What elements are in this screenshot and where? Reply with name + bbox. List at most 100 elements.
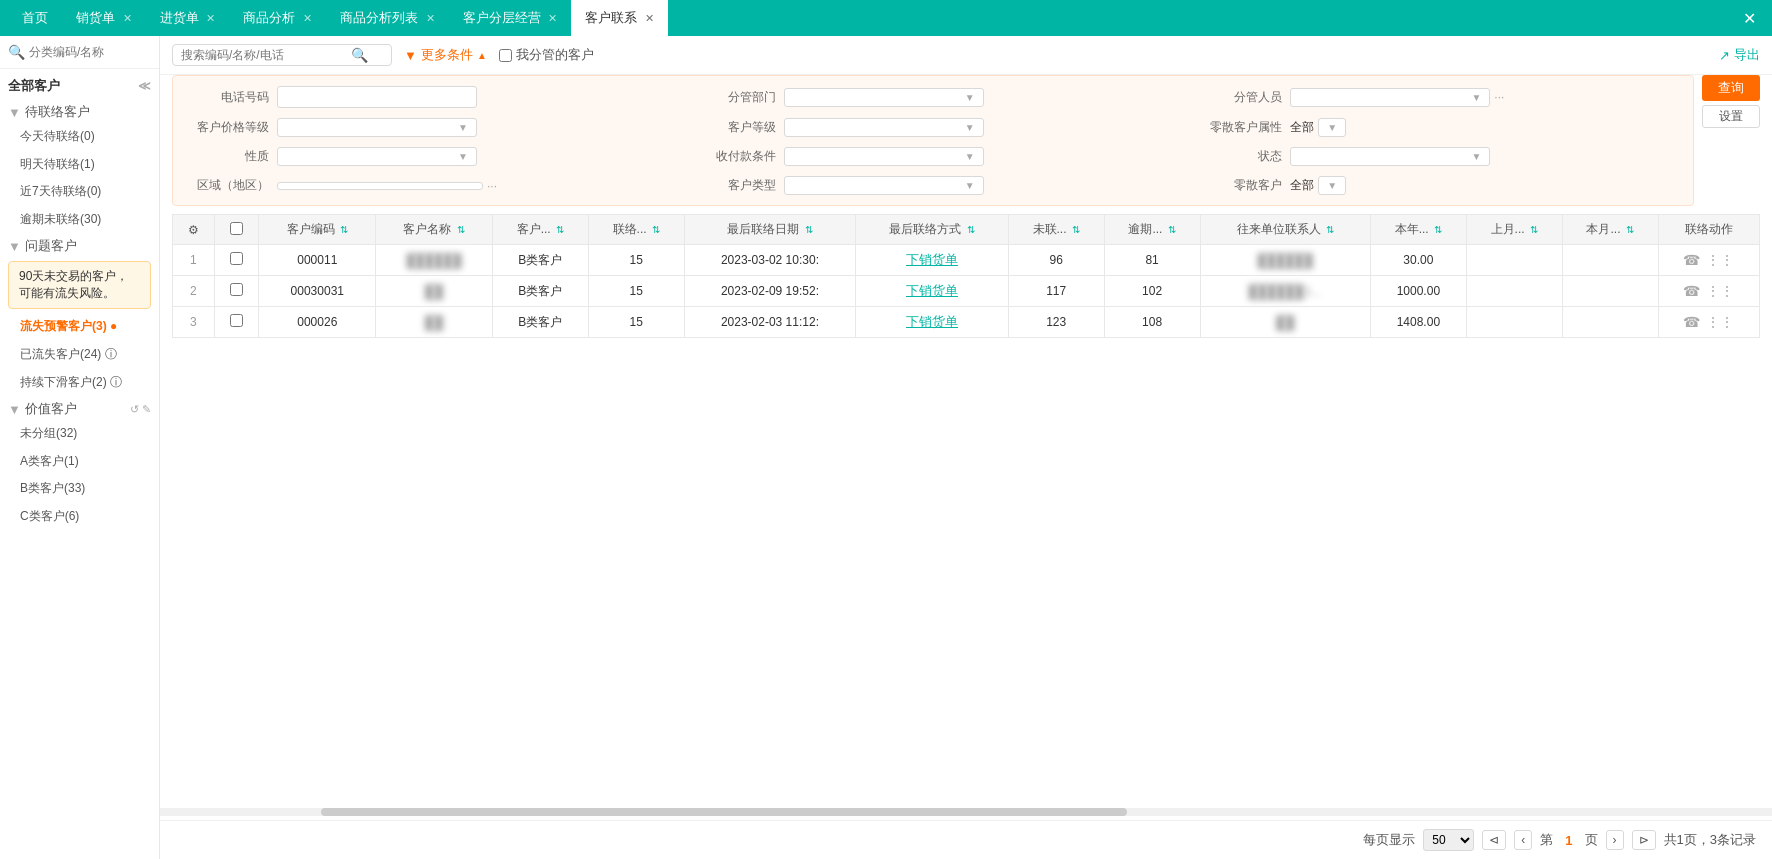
edit-icon[interactable]: ↺ ✎	[130, 403, 151, 416]
filter-status-select[interactable]: ▼	[1290, 147, 1490, 166]
prev-page-button[interactable]: ‹	[1514, 830, 1532, 850]
filter-price-grade-select[interactable]: ▼	[277, 118, 477, 137]
nav-home[interactable]: 首页	[8, 0, 62, 36]
col-this-year[interactable]: 本年... ⇅	[1370, 215, 1466, 245]
row-checkbox[interactable]	[214, 245, 259, 276]
row-checkbox[interactable]	[214, 276, 259, 307]
chevron-down-icon: ▼	[1471, 92, 1481, 103]
sidebar-group-pending[interactable]: ▼ 待联络客户	[0, 99, 159, 123]
top-navigation: 首页 销货单 ✕ 进货单 ✕ 商品分析 ✕ 商品分析列表 ✕ 客户分层经营 ✕ …	[0, 0, 1772, 36]
all-customers-header[interactable]: 全部客户 ≪	[0, 69, 159, 99]
close-icon[interactable]: ✕	[426, 12, 435, 24]
filter-scatter-customer-select[interactable]: ▼	[1318, 176, 1346, 195]
row-overdue: 108	[1104, 307, 1200, 338]
col-contact-count[interactable]: 联络... ⇅	[588, 215, 684, 245]
row-more-icon[interactable]: ⋮⋮	[1706, 252, 1734, 268]
filter-manager-more[interactable]: ···	[1494, 90, 1504, 104]
col-last-month[interactable]: 上月... ⇅	[1466, 215, 1562, 245]
col-overdue[interactable]: 逾期... ⇅	[1104, 215, 1200, 245]
nav-item-customersegment[interactable]: 客户分层经营 ✕	[449, 0, 572, 36]
col-last-contact-method[interactable]: 最后联络方式 ⇅	[856, 215, 1009, 245]
next-page-button[interactable]: ›	[1606, 830, 1624, 850]
my-customers-checkbox[interactable]	[499, 49, 512, 62]
search-icon[interactable]: 🔍	[351, 47, 368, 63]
close-icon[interactable]: ✕	[548, 12, 557, 24]
row-select-checkbox[interactable]	[230, 252, 243, 265]
col-checkbox[interactable]	[214, 215, 259, 245]
row-checkbox[interactable]	[214, 307, 259, 338]
row-last-contact-method[interactable]: 下销货单	[856, 245, 1009, 276]
col-contact-person[interactable]: 往来单位联系人 ⇅	[1200, 215, 1370, 245]
sidebar-item-declining[interactable]: 持续下滑客户(2) ⓘ	[0, 369, 159, 397]
row-more-icon[interactable]: ⋮⋮	[1706, 283, 1734, 299]
table-header-row: ⚙ 客户编码 ⇅ 客户名称 ⇅ 客户... ⇅ 联络... ⇅ 最后联络日期 ⇅…	[173, 215, 1760, 245]
settings-button[interactable]: 设置	[1702, 105, 1760, 128]
nav-item-productanalysislist[interactable]: 商品分析列表 ✕	[326, 0, 449, 36]
col-uncontact[interactable]: 未联... ⇅	[1008, 215, 1104, 245]
sidebar-item-ungrouped[interactable]: 未分组(32)	[0, 420, 159, 448]
chevron-down-icon: ▼	[8, 105, 21, 120]
row-phone-icon[interactable]: ☎	[1683, 252, 1700, 268]
sidebar-group-problem[interactable]: ▼ 问题客户	[0, 233, 159, 257]
filter-phone-input[interactable]	[277, 86, 477, 108]
filter-region-more[interactable]: ···	[487, 179, 497, 193]
main-layout: 🔍 全部客户 ≪ ▼ 待联络客户 今天待联络(0) 明天待联络(1) 近7天待联…	[0, 36, 1772, 859]
sidebar-item-churn-warning[interactable]: 流失预警客户(3) ●	[0, 313, 159, 341]
export-button[interactable]: ↗ 导出	[1719, 46, 1760, 64]
row-uncontact: 117	[1008, 276, 1104, 307]
row-select-checkbox[interactable]	[230, 283, 243, 296]
filter-more-button[interactable]: ▼ 更多条件 ▲	[404, 46, 487, 64]
search-bar: 🔍 ▼ 更多条件 ▲ 我分管的客户 ↗ 导出	[160, 36, 1772, 75]
nav-item-productanalysis[interactable]: 商品分析 ✕	[229, 0, 326, 36]
row-more-icon[interactable]: ⋮⋮	[1706, 314, 1734, 330]
query-button[interactable]: 查询	[1702, 75, 1760, 101]
last-page-button[interactable]: ⊳	[1632, 830, 1656, 850]
close-icon[interactable]: ✕	[645, 12, 654, 24]
horizontal-scrollbar[interactable]	[160, 808, 1772, 816]
window-close-button[interactable]: ✕	[1735, 9, 1764, 28]
row-select-checkbox[interactable]	[230, 314, 243, 327]
col-this-month[interactable]: 本月... ⇅	[1562, 215, 1658, 245]
sidebar-item-7days-pending[interactable]: 近7天待联络(0)	[0, 178, 159, 206]
filter-manager-select[interactable]: ▼	[1290, 88, 1490, 107]
sidebar-item-class-b[interactable]: B类客户(33)	[0, 475, 159, 503]
col-customer-code[interactable]: 客户编码 ⇅	[259, 215, 376, 245]
filter-customer-grade-select[interactable]: ▼	[784, 118, 984, 137]
sidebar-item-overdue-pending[interactable]: 逾期未联络(30)	[0, 206, 159, 234]
filter-department-select[interactable]: ▼	[784, 88, 984, 107]
sidebar-search-input[interactable]	[29, 45, 151, 59]
row-phone-icon[interactable]: ☎	[1683, 283, 1700, 299]
nav-item-salesorder[interactable]: 销货单 ✕	[62, 0, 146, 36]
filter-scatter-attr-select[interactable]: ▼	[1318, 118, 1346, 137]
row-last-contact-method[interactable]: 下销货单	[856, 307, 1009, 338]
select-all-checkbox[interactable]	[230, 222, 243, 235]
sidebar-item-class-a[interactable]: A类客户(1)	[0, 448, 159, 476]
nav-item-purchaseorder[interactable]: 进货单 ✕	[146, 0, 230, 36]
first-page-button[interactable]: ⊲	[1482, 830, 1506, 850]
filter-customer-type-select[interactable]: ▼	[784, 176, 984, 195]
filter-field-manager: 分管人员 ▼ ···	[1202, 88, 1677, 107]
close-icon[interactable]: ✕	[206, 12, 215, 24]
my-customers-checkbox-label[interactable]: 我分管的客户	[499, 46, 594, 64]
search-input[interactable]	[181, 48, 351, 62]
col-settings[interactable]: ⚙	[173, 215, 215, 245]
sidebar-item-tomorrow-pending[interactable]: 明天待联络(1)	[0, 151, 159, 179]
row-phone-icon[interactable]: ☎	[1683, 314, 1700, 330]
row-last-contact-method[interactable]: 下销货单	[856, 276, 1009, 307]
col-customer-type[interactable]: 客户... ⇅	[492, 215, 588, 245]
sidebar-item-today-pending[interactable]: 今天待联络(0)	[0, 123, 159, 151]
close-icon[interactable]: ✕	[123, 12, 132, 24]
sidebar-item-churned[interactable]: 已流失客户(24) ⓘ	[0, 341, 159, 369]
sidebar-group-value[interactable]: ▼ 价值客户 ↺ ✎	[0, 396, 159, 420]
filter-region-select[interactable]	[277, 182, 483, 190]
scroll-thumb[interactable]	[321, 808, 1127, 816]
nav-item-customercontact[interactable]: 客户联系 ✕	[571, 0, 668, 36]
per-page-select[interactable]: 50 100 200	[1423, 829, 1474, 851]
sidebar-item-class-c[interactable]: C类客户(6)	[0, 503, 159, 531]
filter-payment-select[interactable]: ▼	[784, 147, 984, 166]
close-icon[interactable]: ✕	[303, 12, 312, 24]
filter-action-buttons: 查询 设置	[1702, 75, 1760, 128]
filter-nature-select[interactable]: ▼	[277, 147, 477, 166]
col-last-contact-date[interactable]: 最后联络日期 ⇅	[684, 215, 856, 245]
col-customer-name[interactable]: 客户名称 ⇅	[376, 215, 493, 245]
